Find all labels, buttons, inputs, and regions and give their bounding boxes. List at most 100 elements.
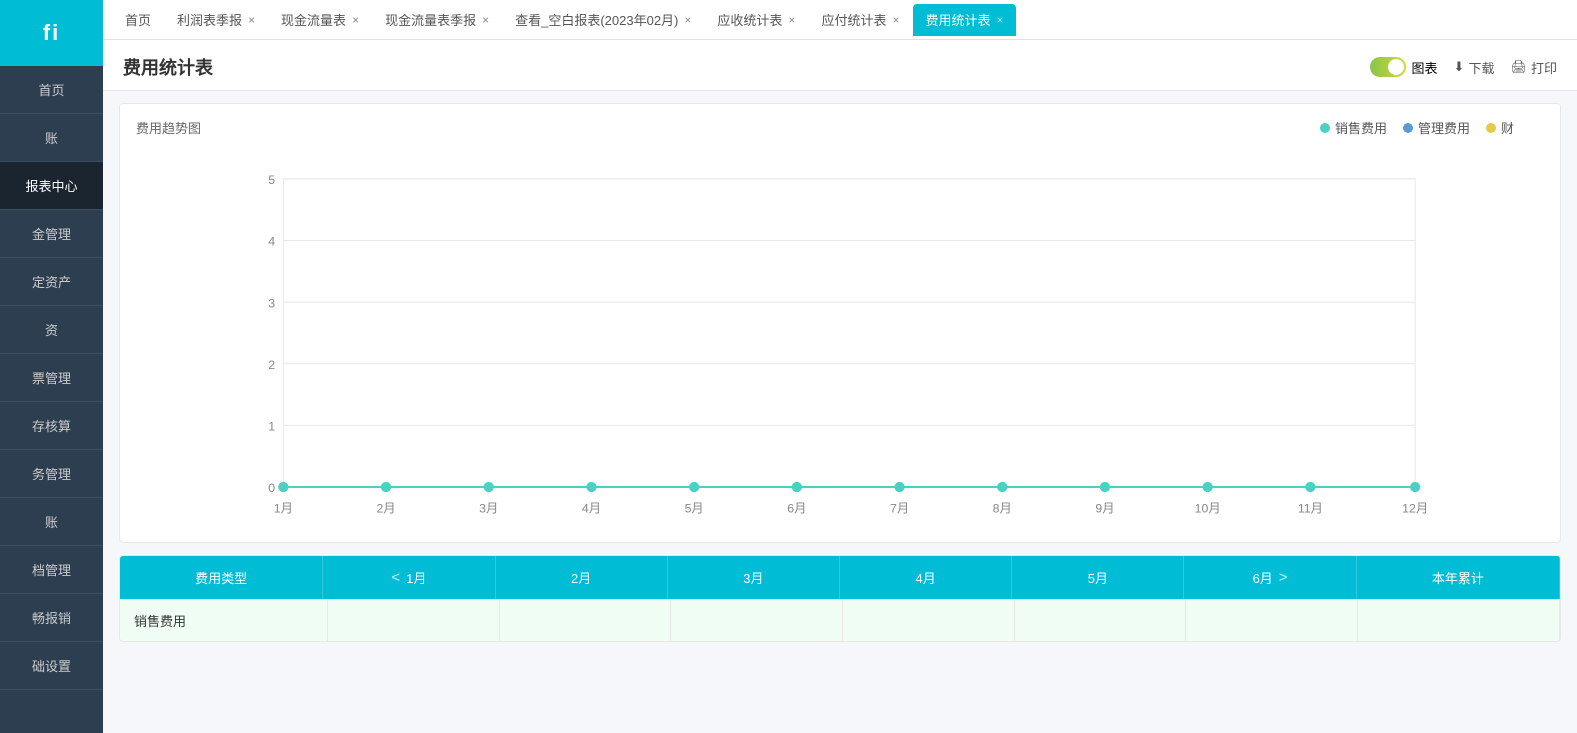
td-m2 bbox=[500, 600, 672, 641]
chart-svg-wrapper: 5 4 3 2 1 0 bbox=[136, 145, 1544, 528]
sidebar-item-ar[interactable]: 账 bbox=[0, 498, 103, 546]
th-m6-label: 6月 bbox=[1253, 568, 1273, 587]
sidebar-item-archive[interactable]: 档管理 bbox=[0, 546, 103, 594]
tab-profit-quarterly-close[interactable]: × bbox=[248, 13, 255, 27]
tab-expense-stats[interactable]: 费用统计表 × bbox=[913, 4, 1015, 36]
tab-blank-report-close[interactable]: × bbox=[684, 13, 691, 27]
sales-point-9 bbox=[1100, 482, 1110, 492]
tab-profit-quarterly-label: 利润表季报 bbox=[177, 10, 242, 29]
tab-profit-quarterly[interactable]: 利润表季报 × bbox=[165, 4, 267, 36]
sidebar-item-service[interactable]: 务管理 bbox=[0, 450, 103, 498]
legend-finance-dot bbox=[1486, 123, 1496, 133]
download-button[interactable]: ⬇ 下载 bbox=[1454, 58, 1495, 77]
legend-admin-dot bbox=[1403, 123, 1413, 133]
th-ytd: 本年累计 bbox=[1357, 556, 1560, 599]
th-m3: 3月 bbox=[668, 556, 840, 599]
svg-text:6月: 6月 bbox=[787, 502, 806, 516]
page-header: 费用统计表 图表 ⬇ 下载 🖨 打印 bbox=[103, 40, 1577, 91]
tab-home[interactable]: 首页 bbox=[113, 4, 163, 36]
legend-admin-label: 管理费用 bbox=[1418, 118, 1470, 137]
th-m1-label: 1月 bbox=[406, 568, 426, 587]
sidebar-item-base-settings[interactable]: 础设置 bbox=[0, 642, 103, 690]
sales-point-4 bbox=[586, 482, 596, 492]
th-type: 费用类型 bbox=[120, 556, 323, 599]
th-m5: 5月 bbox=[1012, 556, 1184, 599]
svg-text:7月: 7月 bbox=[890, 502, 909, 516]
svg-text:10月: 10月 bbox=[1195, 502, 1221, 516]
tab-ap-stats-close[interactable]: × bbox=[892, 13, 899, 27]
th-m2: 2月 bbox=[496, 556, 668, 599]
td-type: 销售费用 bbox=[120, 600, 328, 641]
main-area: 首页 利润表季报 × 现金流量表 × 现金流量表季报 × 查看_空白报表(202… bbox=[103, 0, 1577, 733]
th-type-label: 费用类型 bbox=[195, 568, 247, 587]
th-m1: < 1月 bbox=[323, 556, 495, 599]
table-row: 销售费用 bbox=[120, 599, 1560, 641]
sidebar-item-fixed-assets[interactable]: 定资产 bbox=[0, 258, 103, 306]
toggle-knob bbox=[1388, 59, 1404, 75]
svg-text:1: 1 bbox=[268, 420, 275, 434]
chart-svg: 5 4 3 2 1 0 bbox=[136, 145, 1544, 525]
legend-sales: 销售费用 bbox=[1320, 118, 1387, 137]
svg-text:3: 3 bbox=[268, 296, 275, 310]
sales-point-8 bbox=[997, 482, 1007, 492]
tab-cashflow-quarterly-label: 现金流量表季报 bbox=[385, 10, 476, 29]
sidebar-item-investment[interactable]: 资 bbox=[0, 306, 103, 354]
tab-ar-stats-close[interactable]: × bbox=[788, 13, 795, 27]
th-m3-label: 3月 bbox=[743, 568, 763, 587]
svg-text:2月: 2月 bbox=[376, 502, 395, 516]
sales-point-6 bbox=[792, 482, 802, 492]
sales-point-1 bbox=[278, 482, 288, 492]
legend-finance-label: 财 bbox=[1501, 118, 1514, 137]
svg-text:5: 5 bbox=[268, 173, 275, 187]
tab-cashflow-quarterly[interactable]: 现金流量表季报 × bbox=[373, 4, 501, 36]
sidebar-item-report-center[interactable]: 报表中心 bbox=[0, 162, 103, 210]
page-title: 费用统计表 bbox=[123, 54, 213, 80]
sales-point-2 bbox=[381, 482, 391, 492]
sidebar-item-inventory[interactable]: 存核算 bbox=[0, 402, 103, 450]
svg-text:4: 4 bbox=[268, 235, 275, 249]
sidebar-item-home[interactable]: 首页 bbox=[0, 66, 103, 114]
tab-cashflow-close[interactable]: × bbox=[352, 13, 359, 27]
svg-text:3月: 3月 bbox=[479, 502, 498, 516]
print-label: 打印 bbox=[1531, 58, 1557, 77]
legend-admin: 管理费用 bbox=[1403, 118, 1470, 137]
tab-ap-stats[interactable]: 应付统计表 × bbox=[809, 4, 911, 36]
sidebar-item-cash-mgmt[interactable]: 金管理 bbox=[0, 210, 103, 258]
svg-text:12月: 12月 bbox=[1402, 502, 1428, 516]
download-icon: ⬇ bbox=[1454, 59, 1465, 75]
chart-toggle-switch[interactable] bbox=[1370, 57, 1406, 77]
tab-home-label: 首页 bbox=[125, 10, 151, 29]
tab-expense-stats-close[interactable]: × bbox=[996, 13, 1003, 27]
td-m6 bbox=[1186, 600, 1358, 641]
th-prev-nav[interactable]: < bbox=[391, 569, 400, 586]
chart-toggle-wrap[interactable]: 图表 bbox=[1370, 57, 1438, 77]
th-m2-label: 2月 bbox=[571, 568, 591, 587]
tab-cashflow[interactable]: 现金流量表 × bbox=[269, 4, 371, 36]
svg-text:8月: 8月 bbox=[993, 502, 1012, 516]
tab-blank-report-label: 查看_空白报表(2023年02月) bbox=[515, 10, 678, 29]
sidebar-logo: fi bbox=[0, 0, 103, 66]
th-next-nav[interactable]: > bbox=[1279, 569, 1288, 586]
tab-cashflow-quarterly-close[interactable]: × bbox=[482, 13, 489, 27]
print-button[interactable]: 🖨 打印 bbox=[1510, 58, 1557, 77]
sidebar-item-invoice[interactable]: 票管理 bbox=[0, 354, 103, 402]
content-area: 费用统计表 图表 ⬇ 下载 🖨 打印 bbox=[103, 40, 1577, 733]
sidebar-item-account[interactable]: 账 bbox=[0, 114, 103, 162]
sidebar-item-expense[interactable]: 畅报销 bbox=[0, 594, 103, 642]
th-m6: 6月 > bbox=[1184, 556, 1356, 599]
tab-blank-report[interactable]: 查看_空白报表(2023年02月) × bbox=[503, 4, 703, 36]
legend-sales-label: 销售费用 bbox=[1335, 118, 1387, 137]
td-m5 bbox=[1015, 600, 1187, 641]
download-label: 下载 bbox=[1468, 58, 1494, 77]
print-icon: 🖨 bbox=[1510, 59, 1527, 75]
th-ytd-label: 本年累计 bbox=[1432, 568, 1484, 587]
tab-ar-stats-label: 应收统计表 bbox=[717, 10, 782, 29]
tab-ar-stats[interactable]: 应收统计表 × bbox=[705, 4, 807, 36]
sales-point-11 bbox=[1305, 482, 1315, 492]
svg-text:9月: 9月 bbox=[1095, 502, 1114, 516]
table-header: 费用类型 < 1月 2月 3月 4月 5月 bbox=[120, 556, 1560, 599]
tab-bar: 首页 利润表季报 × 现金流量表 × 现金流量表季报 × 查看_空白报表(202… bbox=[103, 0, 1577, 40]
tab-cashflow-label: 现金流量表 bbox=[281, 10, 346, 29]
sales-point-12 bbox=[1410, 482, 1420, 492]
svg-text:5月: 5月 bbox=[685, 502, 704, 516]
